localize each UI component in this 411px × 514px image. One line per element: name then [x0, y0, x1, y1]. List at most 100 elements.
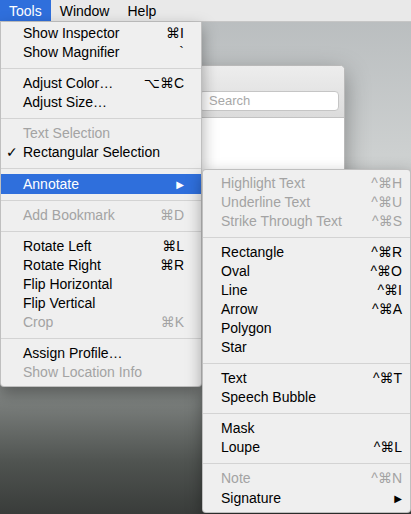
check-icon: ✓: [6, 144, 18, 160]
item-label: Speech Bubble: [221, 389, 316, 405]
menu-item[interactable]: Assign Profile…: [1, 344, 201, 363]
item-label-box: Text: [221, 369, 363, 388]
menu-item[interactable]: Rotate Right ⌘R: [1, 256, 201, 275]
item-label: Underline Text: [221, 194, 310, 210]
item-shortcut: ^⌘R: [371, 244, 402, 260]
menu-item[interactable]: Adjust Size…: [1, 93, 201, 112]
item-label-box: Underline Text: [221, 193, 361, 212]
menu-item[interactable]: Rectangle ^⌘R: [203, 243, 410, 262]
item-shortcut: ⌥⌘C: [144, 75, 184, 91]
menu-item[interactable]: Show Magnifier `: [1, 43, 201, 62]
menu-item[interactable]: Speech Bubble: [203, 388, 410, 407]
menu-bar-item[interactable]: Tools: [0, 0, 51, 21]
item-label-box: Show Magnifier: [23, 43, 169, 62]
item-label: Annotate: [23, 176, 79, 192]
menu-item[interactable]: Adjust Color… ⌥⌘C: [1, 74, 201, 93]
menu-item[interactable]: Star: [203, 338, 410, 357]
item-label: Adjust Color…: [23, 75, 113, 91]
item-label: Strike Through Text: [221, 213, 342, 229]
item-label: Arrow: [221, 301, 258, 317]
item-label-box: Show Inspector: [23, 24, 156, 43]
item-label: Note: [221, 470, 251, 486]
item-accessory: ^⌘A: [362, 300, 402, 319]
menu-item[interactable]: Rotate Left⌘L: [1, 237, 201, 256]
item-accessory: ⌘K: [151, 313, 184, 332]
item-accessory: ⌥⌘C: [134, 74, 184, 93]
menu-item[interactable]: Loupe^⌘L: [203, 438, 410, 457]
item-label-box: Strike Through Text: [221, 212, 362, 231]
menu-item[interactable]: ✓ Rectangular Selection: [1, 143, 201, 162]
item-shortcut: ^⌘I: [378, 282, 402, 298]
separator-line: [203, 363, 410, 364]
submenu-item[interactable]: Signature ▶: [203, 488, 410, 508]
separator-line: [1, 68, 201, 69]
menu-item: Text Selection: [1, 124, 201, 143]
item-accessory: ▶: [384, 488, 402, 508]
menu-item[interactable]: Flip Horizontal: [1, 275, 201, 294]
menu-item: Highlight Text ^⌘H: [203, 174, 410, 193]
item-accessory: ^⌘T: [363, 369, 402, 388]
item-label: Mask: [221, 420, 254, 436]
menu-item: Show Location Info: [1, 363, 201, 382]
menu-item[interactable]: Arrow ^⌘A: [203, 300, 410, 319]
item-label: Rectangle: [221, 244, 284, 260]
item-accessory: ^⌘H: [361, 174, 402, 193]
separator-line: [1, 200, 201, 201]
separator-line: [203, 463, 410, 464]
menu-separator: [1, 62, 201, 74]
submenu-arrow-icon: ▶: [176, 179, 184, 190]
item-label-box: Rectangular Selection: [23, 143, 174, 162]
item-label-box: Text Selection: [23, 124, 174, 143]
menu-item[interactable]: Line^⌘I: [203, 281, 410, 300]
menu-item[interactable]: Show Inspector ⌘I: [1, 24, 201, 43]
item-accessory: ^⌘I: [368, 281, 402, 300]
item-label-box: Rotate Right: [23, 256, 150, 275]
menu-separator: [1, 112, 201, 124]
menu-bar-item[interactable]: Window: [51, 0, 119, 21]
menu-separator: [203, 457, 410, 469]
menu-item[interactable]: Oval ^⌘O: [203, 262, 410, 281]
check-column: ✓: [1, 143, 23, 162]
item-label-box: Signature: [221, 489, 384, 508]
item-label-box: Rectangle: [221, 243, 361, 262]
item-label-box: Rotate Left: [23, 237, 152, 256]
item-label: Show Magnifier: [23, 44, 120, 60]
menu-bar-item[interactable]: Help: [118, 0, 165, 21]
menu-separator: [203, 407, 410, 419]
item-shortcut: ^⌘S: [372, 213, 402, 229]
item-shortcut: ^⌘O: [371, 263, 402, 279]
item-accessory: ▶: [166, 174, 184, 194]
item-label-box: Oval: [221, 262, 361, 281]
separator-line: [203, 237, 410, 238]
item-label: Rotate Right: [23, 257, 101, 273]
item-shortcut: ^⌘H: [371, 175, 402, 191]
submenu-item[interactable]: Annotate ▶: [1, 174, 201, 194]
item-accessory: `: [169, 43, 184, 62]
search-field[interactable]: [199, 91, 339, 111]
item-label: Star: [221, 339, 247, 355]
item-shortcut: ^⌘L: [374, 439, 402, 455]
menu-item[interactable]: Text^⌘T: [203, 369, 410, 388]
item-shortcut: ⌘I: [166, 25, 184, 41]
menu-item: Underline Text^⌘U: [203, 193, 410, 212]
separator-line: [203, 413, 410, 414]
menu-item[interactable]: Polygon: [203, 319, 410, 338]
menu-item[interactable]: Mask: [203, 419, 410, 438]
item-label: Text Selection: [23, 125, 110, 141]
menu-bar: ToolsWindowHelp: [0, 0, 411, 22]
tools-menu: Show Inspector ⌘I Show Magnifier ` Adjust Co…: [0, 22, 202, 387]
item-shortcut: ^⌘A: [372, 301, 402, 317]
menu-separator: [1, 162, 201, 174]
item-label-box: Show Location Info: [23, 363, 174, 382]
separator-line: [1, 118, 201, 119]
item-shortcut: ⌘K: [161, 314, 184, 330]
separator-line: [1, 338, 201, 339]
item-label: Highlight Text: [221, 175, 305, 191]
item-shortcut: ⌘R: [160, 257, 184, 273]
menu-item[interactable]: Flip Vertical: [1, 294, 201, 313]
item-label: Flip Vertical: [23, 295, 95, 311]
item-accessory: ⌘R: [150, 256, 184, 275]
item-label: Signature: [221, 490, 281, 506]
item-label-box: Star: [221, 338, 392, 357]
item-label-box: Add Bookmark: [23, 206, 150, 225]
